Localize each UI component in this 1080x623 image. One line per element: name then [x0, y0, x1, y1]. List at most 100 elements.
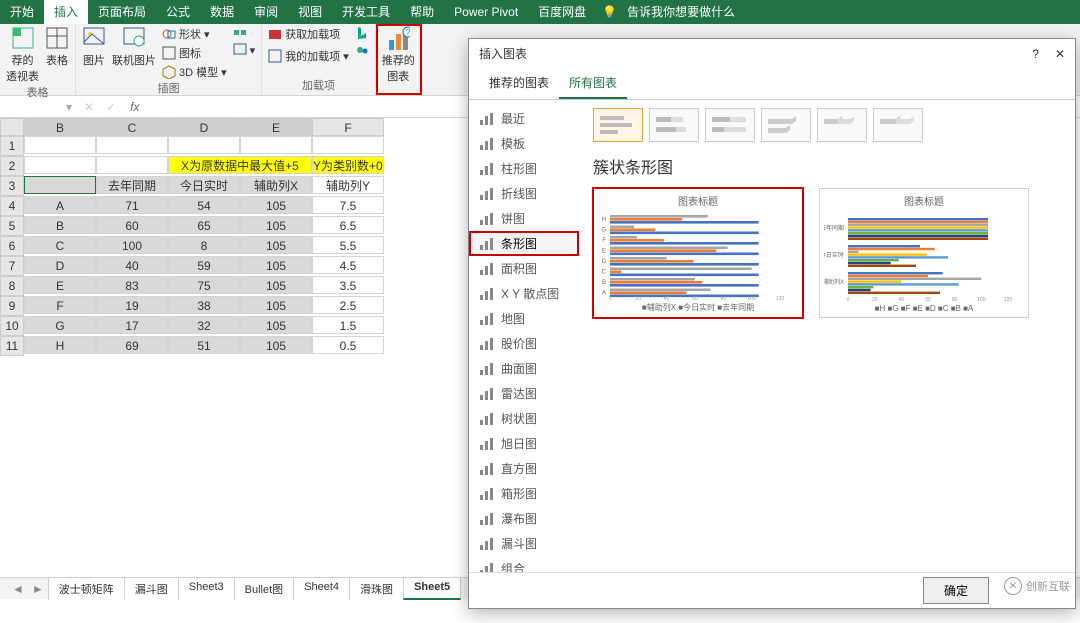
select-all[interactable]	[0, 118, 24, 136]
online-picture-button[interactable]: 联机图片	[112, 26, 156, 68]
category-icon	[479, 287, 493, 301]
chart-category-item[interactable]: 柱形图	[469, 156, 579, 181]
chart-category-item[interactable]: 雷达图	[469, 381, 579, 406]
tab-powerpivot[interactable]: Power Pivot	[444, 0, 528, 24]
help-icon[interactable]: ?	[1032, 47, 1039, 61]
pivot-table-button[interactable]: 荐的 透视表	[6, 26, 39, 84]
picture-button[interactable]: 图片	[82, 26, 106, 68]
chart-category-item[interactable]: 组合	[469, 556, 579, 572]
icons-icon	[162, 46, 176, 60]
sheet-tab[interactable]: Bullet图	[234, 577, 295, 600]
svg-text:120: 120	[776, 296, 785, 302]
category-icon	[479, 212, 493, 226]
chart-category-item[interactable]: 模板	[469, 131, 579, 156]
fx-label[interactable]: fx	[122, 100, 147, 114]
category-icon	[479, 512, 493, 526]
tab-review[interactable]: 审阅	[244, 0, 288, 24]
category-icon	[479, 337, 493, 351]
chart-category-item[interactable]: 旭日图	[469, 431, 579, 456]
chart-category-item[interactable]: 条形图	[469, 231, 579, 256]
tab-all-charts[interactable]: 所有图表	[559, 68, 627, 99]
bing-button[interactable]	[355, 26, 369, 40]
chart-category-item[interactable]: X Y 散点图	[469, 281, 579, 306]
group-addins: 获取加载项 我的加载项 ▾ 加载项	[262, 24, 376, 95]
chart-category-item[interactable]: 漏斗图	[469, 531, 579, 556]
chart-category-item[interactable]: 树状图	[469, 406, 579, 431]
ok-button[interactable]: 确定	[923, 577, 989, 604]
sheet-tab[interactable]: Sheet5	[403, 577, 461, 600]
chart-category-item[interactable]: 股价图	[469, 331, 579, 356]
ribbon-tabs: 开始 插入 页面布局 公式 数据 审阅 视图 开发工具 帮助 Power Piv…	[0, 0, 1080, 24]
bar-icon	[598, 113, 638, 137]
tab-insert[interactable]: 插入	[44, 0, 88, 24]
tab-help[interactable]: 帮助	[400, 0, 444, 24]
bar3d-icon	[766, 113, 806, 137]
shapes-button[interactable]: 形状 ▾	[162, 26, 210, 42]
tab-home[interactable]: 开始	[0, 0, 44, 24]
lightbulb-icon: 💡	[602, 5, 617, 19]
chart-category-list: 最近模板柱形图折线图饼图条形图面积图X Y 散点图地图股价图曲面图雷达图树状图旭…	[469, 100, 579, 572]
col-header[interactable]: E	[240, 118, 312, 136]
sheet-tab[interactable]: Sheet4	[293, 577, 350, 600]
chart-category-item[interactable]: 曲面图	[469, 356, 579, 381]
col-header[interactable]: F	[312, 118, 384, 136]
tab-layout[interactable]: 页面布局	[88, 0, 156, 24]
chart-icon: ?	[386, 26, 410, 50]
recommended-charts-button[interactable]: ? 推荐的 图表	[382, 26, 415, 84]
subtype-stacked-bar[interactable]	[649, 108, 699, 142]
tab-baidu[interactable]: 百度网盘	[528, 0, 596, 24]
svg-text:0: 0	[847, 297, 850, 303]
sheet-tab[interactable]: Sheet3	[178, 577, 235, 600]
col-header[interactable]: D	[168, 118, 240, 136]
online-picture-icon	[122, 26, 146, 50]
chart-thumb-2[interactable]: 图表标题 去年同期今日实时辅助列X020406080100120 ■H ■G ■…	[819, 188, 1029, 318]
chart-category-item[interactable]: 直方图	[469, 456, 579, 481]
sheet-nav-prev[interactable]: ◄	[8, 582, 28, 596]
cube-icon	[162, 65, 176, 79]
smartart-button[interactable]	[233, 26, 247, 40]
subtype-3d-stacked-bar[interactable]	[817, 108, 867, 142]
chart-category-item[interactable]: 饼图	[469, 206, 579, 231]
sheet-tab[interactable]: 波士顿矩阵	[48, 577, 125, 600]
tab-dev[interactable]: 开发工具	[332, 0, 400, 24]
col-header[interactable]: C	[96, 118, 168, 136]
tell-me[interactable]: 告诉我你想要做什么	[617, 0, 745, 24]
table-button[interactable]: 表格	[45, 26, 69, 68]
subtype-clustered-bar[interactable]	[593, 108, 643, 142]
close-icon[interactable]: ✕	[1055, 47, 1065, 61]
get-addins-button[interactable]: 获取加载项	[268, 26, 340, 42]
sheet-nav-next[interactable]: ►	[28, 582, 48, 596]
subtype-3d-100-stacked-bar[interactable]	[873, 108, 923, 142]
category-icon	[479, 137, 493, 151]
category-icon	[479, 437, 493, 451]
chart-category-item[interactable]: 箱形图	[469, 481, 579, 506]
tab-recommended[interactable]: 推荐的图表	[479, 68, 559, 99]
tab-view[interactable]: 视图	[288, 0, 332, 24]
chart-category-item[interactable]: 折线图	[469, 181, 579, 206]
group-label: 加载项	[268, 77, 369, 95]
note-cell: Y为类别数+0.5	[312, 156, 384, 174]
3d-model-button[interactable]: 3D 模型 ▾	[162, 64, 227, 80]
screenshot-icon	[233, 43, 247, 57]
sheet-tab[interactable]: 漏斗图	[124, 577, 179, 600]
chart-category-item[interactable]: 面积图	[469, 256, 579, 281]
icons-button[interactable]: 图标	[162, 45, 201, 61]
chart-type-title: 簇状条形图	[593, 154, 1061, 178]
svg-text:?: ?	[406, 28, 410, 37]
sheet-tab[interactable]: 滑珠图	[349, 577, 404, 600]
people-button[interactable]	[355, 46, 369, 60]
chart-category-item[interactable]: 最近	[469, 106, 579, 131]
screenshot-button[interactable]: ▾	[233, 43, 256, 57]
tab-formulas[interactable]: 公式	[156, 0, 200, 24]
my-addins-button[interactable]: 我的加载项 ▾	[268, 48, 349, 64]
chart-thumb-1[interactable]: 图表标题 HGFEDCBA020406080100120 ■辅助列X ■今日实时…	[593, 188, 803, 318]
addin-icon	[268, 49, 282, 63]
subtype-3d-clustered-bar[interactable]	[761, 108, 811, 142]
col-header[interactable]: B	[24, 118, 96, 136]
bar3d-icon	[878, 113, 918, 137]
subtype-100-stacked-bar[interactable]	[705, 108, 755, 142]
chart-category-item[interactable]: 地图	[469, 306, 579, 331]
tab-data[interactable]: 数据	[200, 0, 244, 24]
chart-category-item[interactable]: 瀑布图	[469, 506, 579, 531]
bar3d-icon	[822, 113, 862, 137]
